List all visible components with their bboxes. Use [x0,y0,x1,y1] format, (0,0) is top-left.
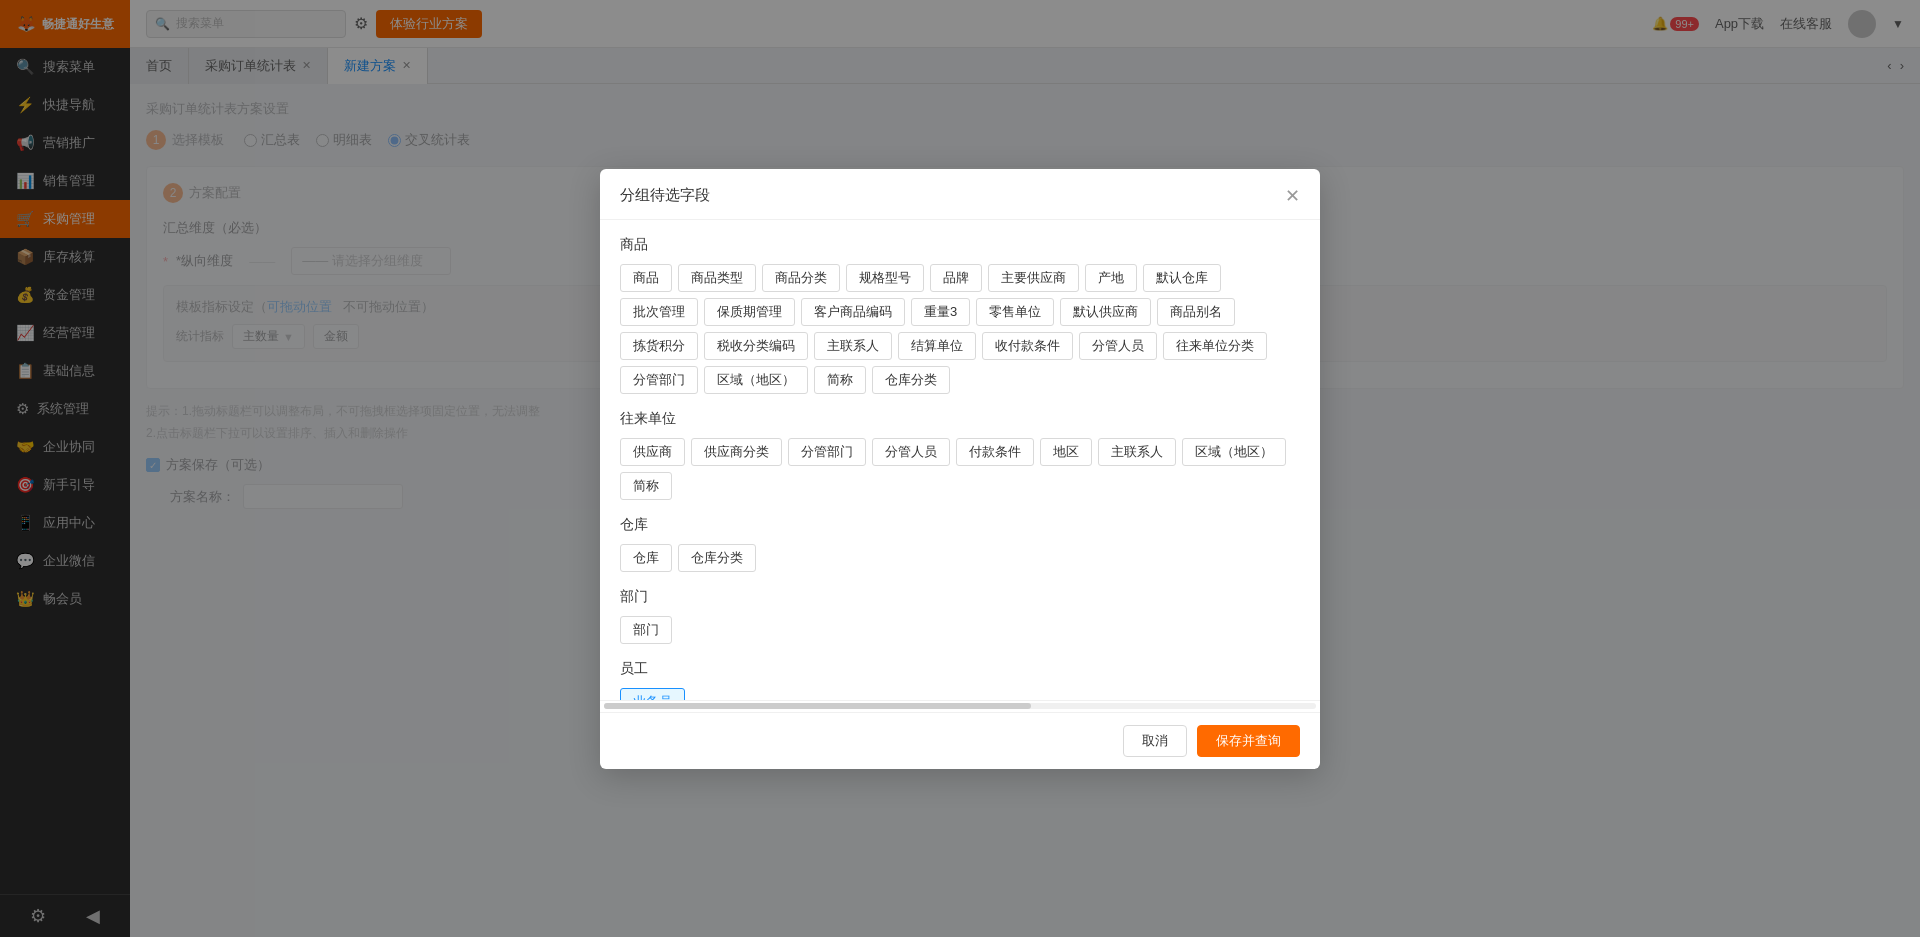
tag-dept-mgmt2[interactable]: 分管部门 [788,438,866,466]
tag-pick-points[interactable]: 拣货积分 [620,332,698,360]
tags-row-goods: 商品商品类型商品分类规格型号品牌主要供应商产地默认仓库批次管理保质期管理客户商品… [620,264,1300,394]
tag-short-name2[interactable]: 简称 [620,472,672,500]
tag-inter-unit-category[interactable]: 往来单位分类 [1163,332,1267,360]
modal-footer: 取消 保存并查询 [600,712,1320,769]
tag-supplier-category[interactable]: 供应商分类 [691,438,782,466]
tag-brand[interactable]: 品牌 [930,264,982,292]
tag-retail-unit[interactable]: 零售单位 [976,298,1054,326]
tags-row-counterpart: 供应商供应商分类分管部门分管人员付款条件地区主联系人区域（地区） 简称 [620,438,1300,500]
modal-header: 分组待选字段 ✕ [600,169,1320,220]
tag-warehouse[interactable]: 仓库 [620,544,672,572]
tag-warehouse-category[interactable]: 仓库分类 [872,366,950,394]
tags-row-dept: 部门 [620,616,1300,644]
tag-salesperson[interactable]: 业务员 [620,688,685,700]
h-scrollbar[interactable] [600,700,1320,712]
tag-payment-terms[interactable]: 收付款条件 [982,332,1073,360]
tag-warehouse-cat[interactable]: 仓库分类 [678,544,756,572]
tag-tax-code[interactable]: 税收分类编码 [704,332,808,360]
tag-main-supplier[interactable]: 主要供应商 [988,264,1079,292]
tag-weight3[interactable]: 重量3 [911,298,970,326]
tag-staff-mgmt[interactable]: 分管人员 [872,438,950,466]
tag-batch-mgmt[interactable]: 批次管理 [620,298,698,326]
tag-default-warehouse[interactable]: 默认仓库 [1143,264,1221,292]
tag-customer-code[interactable]: 客户商品编码 [801,298,905,326]
section-title-dept: 部门 [620,588,1300,606]
tag-dept-mgmt[interactable]: 分管部门 [620,366,698,394]
tag-region[interactable]: 区域（地区） [704,366,808,394]
tag-goods-category[interactable]: 商品分类 [762,264,840,292]
tag-short-name[interactable]: 简称 [814,366,866,394]
section-title-staff: 员工 [620,660,1300,678]
h-scroll-thumb [604,703,1031,709]
tag-goods[interactable]: 商品 [620,264,672,292]
tag-dept[interactable]: 部门 [620,616,672,644]
modal-body: 商品商品商品类型商品分类规格型号品牌主要供应商产地默认仓库批次管理保质期管理客户… [600,220,1320,700]
modal: 分组待选字段 ✕ 商品商品商品类型商品分类规格型号品牌主要供应商产地默认仓库批次… [600,169,1320,769]
tag-area[interactable]: 地区 [1040,438,1092,466]
tag-manager[interactable]: 分管人员 [1079,332,1157,360]
tag-payment-cond[interactable]: 付款条件 [956,438,1034,466]
tag-supplier[interactable]: 供应商 [620,438,685,466]
confirm-button[interactable]: 保存并查询 [1197,725,1300,757]
tags-row-staff: 业务员 [620,688,1300,700]
tag-contact[interactable]: 主联系人 [814,332,892,360]
tag-alias[interactable]: 商品别名 [1157,298,1235,326]
section-title-counterpart: 往来单位 [620,410,1300,428]
tag-spec-type[interactable]: 规格型号 [846,264,924,292]
tag-default-supplier[interactable]: 默认供应商 [1060,298,1151,326]
modal-title: 分组待选字段 [620,186,710,205]
section-title-goods: 商品 [620,236,1300,254]
cancel-button[interactable]: 取消 [1123,725,1187,757]
modal-overlay: 分组待选字段 ✕ 商品商品商品类型商品分类规格型号品牌主要供应商产地默认仓库批次… [0,0,1920,937]
tag-main-contact[interactable]: 主联系人 [1098,438,1176,466]
tag-region2[interactable]: 区域（地区） [1182,438,1286,466]
section-title-warehouse: 仓库 [620,516,1300,534]
tags-row-warehouse: 仓库仓库分类 [620,544,1300,572]
tag-goods-type[interactable]: 商品类型 [678,264,756,292]
tag-quality-mgmt[interactable]: 保质期管理 [704,298,795,326]
h-scroll-track [604,703,1316,709]
tag-origin[interactable]: 产地 [1085,264,1137,292]
tag-settle-unit[interactable]: 结算单位 [898,332,976,360]
modal-close-btn[interactable]: ✕ [1285,185,1300,207]
